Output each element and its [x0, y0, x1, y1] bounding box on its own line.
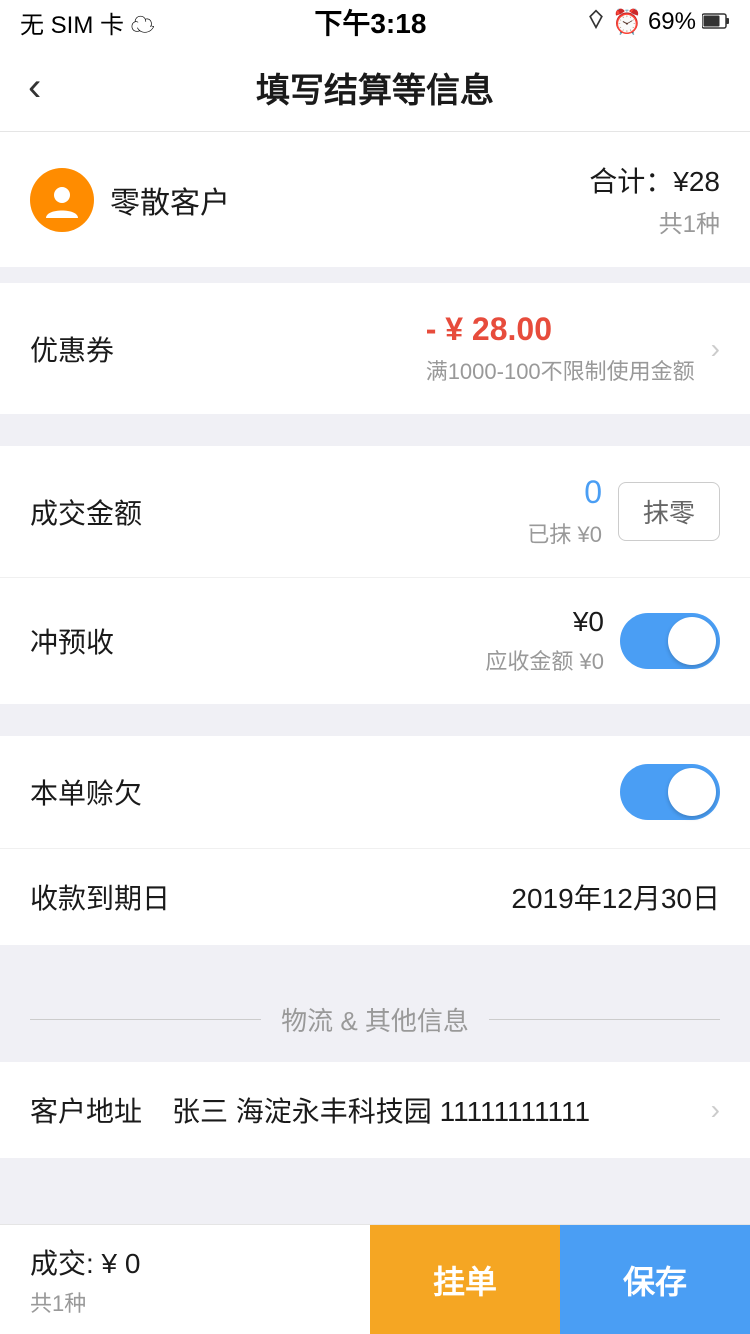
credit-row: 本单赊欠 — [0, 736, 750, 848]
address-row[interactable]: 客户地址 张三 海淀永丰科技园 11111111111 › — [0, 1062, 750, 1158]
customer-avatar — [30, 168, 94, 232]
deal-section: 成交金额 0 已抹 ¥0 抹零 冲预收 ¥0 应收金额 ¥0 — [0, 446, 750, 704]
customer-row[interactable]: 零散客户 合计：¥28 共1种 — [0, 132, 750, 267]
logistics-line-left — [30, 1019, 261, 1020]
prepayment-value: ¥0 — [573, 606, 604, 637]
address-value: 张三 海淀永丰科技园 11111111111 — [172, 1090, 711, 1130]
page-title: 填写结算等信息 — [256, 63, 494, 112]
customer-left: 零散客户 — [30, 168, 230, 232]
divider-3 — [0, 961, 750, 977]
customer-name: 零散客户 — [110, 178, 230, 222]
prepayment-sub: 应收金额 ¥0 — [485, 644, 604, 676]
prepayment-toggle[interactable] — [620, 613, 720, 669]
prepayment-value-block: ¥0 应收金额 ¥0 — [485, 606, 604, 676]
prepayment-label: 冲预收 — [30, 621, 114, 661]
divider-1 — [0, 430, 750, 446]
bottom-summary: 成交: ¥ 0 共1种 — [0, 1242, 370, 1318]
bottom-bar: 成交: ¥ 0 共1种 挂单 保存 — [0, 1224, 750, 1334]
deal-amount-value: 0 — [584, 474, 602, 510]
status-time: 下午3:18 — [314, 2, 426, 42]
coupon-sub: 满1000-100不限制使用金额 — [426, 354, 695, 386]
status-left: 无 SIM 卡 ☁ — [20, 5, 155, 40]
customer-section: 零散客户 合计：¥28 共1种 — [0, 132, 750, 267]
battery-label: 69% — [648, 8, 696, 36]
address-section: 客户地址 张三 海淀永丰科技园 11111111111 › — [0, 1062, 750, 1158]
content-area: 零散客户 合计：¥28 共1种 优惠券 - ¥ 28.00 满1000-100不… — [0, 132, 750, 1294]
location-icon — [586, 8, 606, 36]
coupon-right: - ¥ 28.00 满1000-100不限制使用金额 › — [426, 311, 720, 386]
credit-right — [620, 764, 720, 820]
coupon-label: 优惠券 — [30, 329, 114, 369]
coupon-chevron-icon: › — [711, 333, 720, 365]
due-date-value: 2019年12月30日 — [511, 877, 720, 917]
coupon-section: 优惠券 - ¥ 28.00 满1000-100不限制使用金额 › — [0, 283, 750, 414]
address-chevron-icon: › — [711, 1094, 720, 1126]
bottom-summary-main: 成交: ¥ 0 — [30, 1242, 340, 1282]
prepayment-row: 冲预收 ¥0 应收金额 ¥0 — [0, 577, 750, 704]
customer-count: 共1种 — [589, 204, 720, 239]
alarm-icon: ⏰ — [612, 8, 642, 37]
coupon-value: - ¥ 28.00 — [426, 311, 695, 348]
logistics-header-inner: 物流 & 其他信息 — [30, 1001, 720, 1038]
nav-bar: ‹ 填写结算等信息 — [0, 44, 750, 132]
customer-right: 合计：¥28 共1种 — [589, 160, 720, 239]
divider-2 — [0, 720, 750, 736]
credit-toggle[interactable] — [620, 764, 720, 820]
credit-section: 本单赊欠 收款到期日 2019年12月30日 — [0, 736, 750, 945]
deal-amount-right: 0 已抹 ¥0 抹零 — [527, 474, 720, 549]
status-bar: 无 SIM 卡 ☁ 下午3:18 ⏰ 69% — [0, 0, 750, 44]
due-date-label: 收款到期日 — [30, 877, 170, 917]
logistics-title: 物流 & 其他信息 — [281, 1001, 469, 1038]
logistics-line-right — [489, 1019, 720, 1020]
address-label: 客户地址 — [30, 1090, 142, 1130]
prepayment-toggle-knob — [668, 617, 716, 665]
hang-button[interactable]: 挂单 — [370, 1225, 560, 1334]
save-button[interactable]: 保存 — [560, 1225, 750, 1334]
prepayment-right: ¥0 应收金额 ¥0 — [485, 606, 720, 676]
back-button[interactable]: ‹ — [28, 65, 41, 110]
status-right: ⏰ 69% — [586, 8, 730, 37]
logistics-header: 物流 & 其他信息 — [0, 977, 750, 1062]
coupon-row[interactable]: 优惠券 - ¥ 28.00 满1000-100不限制使用金额 › — [0, 283, 750, 414]
coupon-value-block: - ¥ 28.00 满1000-100不限制使用金额 — [426, 311, 695, 386]
round-off-button[interactable]: 抹零 — [618, 482, 720, 541]
credit-toggle-knob — [668, 768, 716, 816]
battery-icon — [702, 8, 730, 36]
bottom-summary-sub: 共1种 — [30, 1286, 340, 1318]
deal-amount-row: 成交金额 0 已抹 ¥0 抹零 — [0, 446, 750, 577]
due-date-row: 收款到期日 2019年12月30日 — [0, 848, 750, 945]
deal-amount-label: 成交金额 — [30, 492, 142, 532]
deal-amount-sub: 已抹 ¥0 — [527, 517, 602, 549]
deal-amount-value-block: 0 已抹 ¥0 — [527, 474, 602, 549]
credit-label: 本单赊欠 — [30, 772, 142, 812]
no-sim-label: 无 SIM 卡 ☁ — [20, 5, 155, 40]
customer-total: 合计：¥28 — [589, 160, 720, 200]
